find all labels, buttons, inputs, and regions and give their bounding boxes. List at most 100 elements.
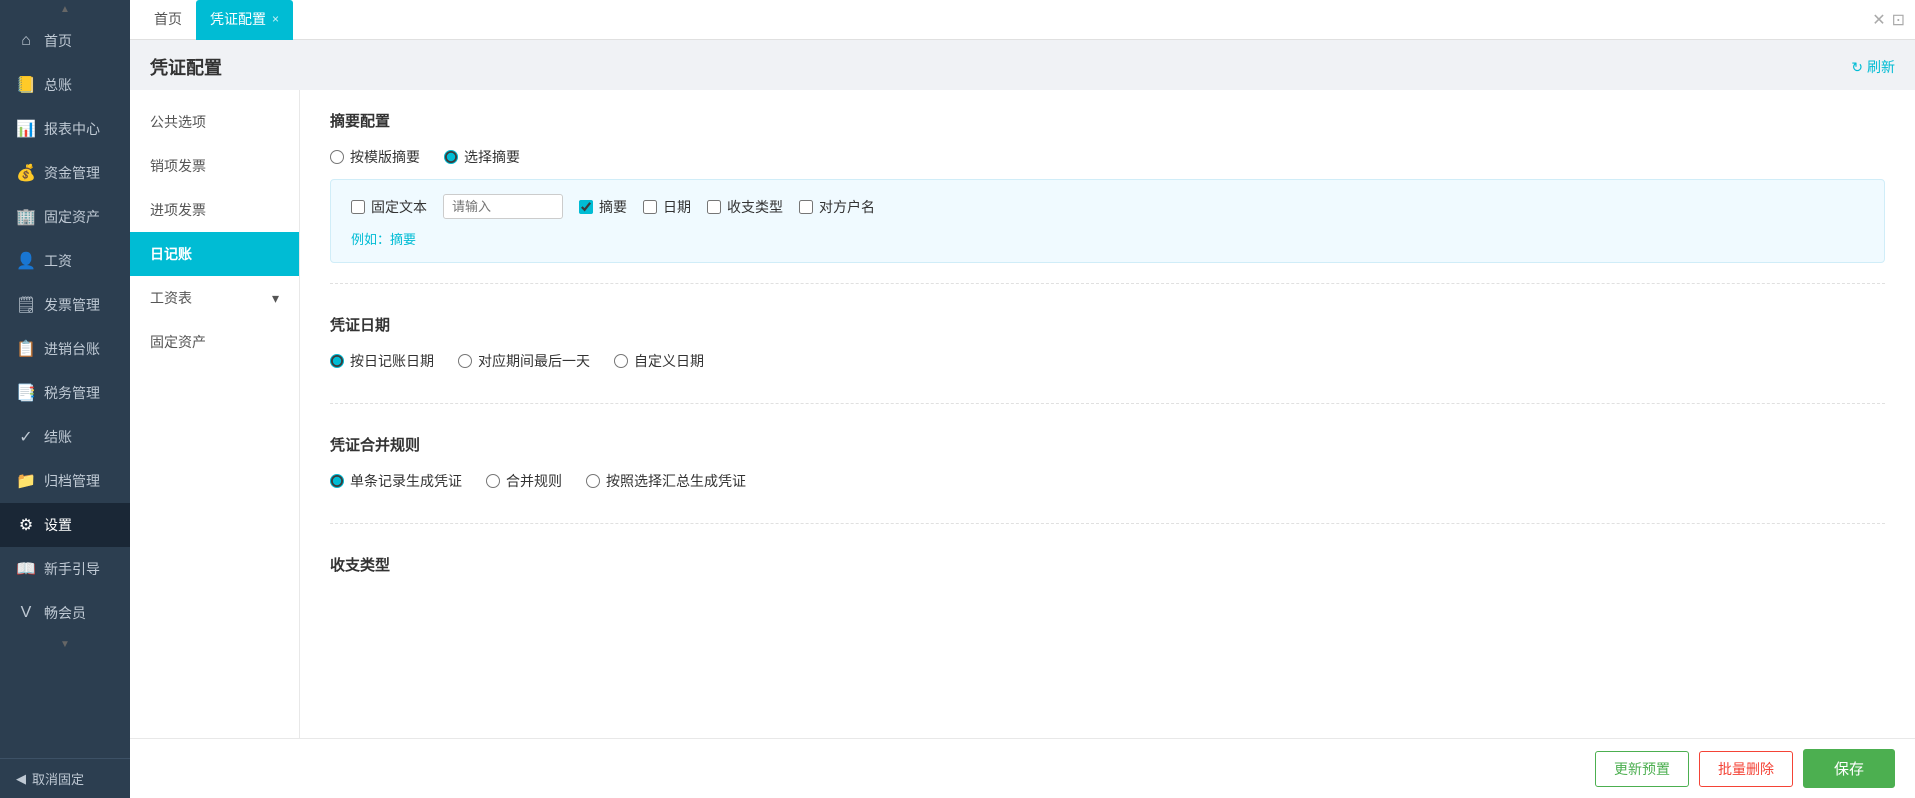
right-panel: 摘要配置 按模版摘要 选择摘要 固定文本 bbox=[300, 90, 1915, 738]
sidebar: ▲ ⌂ 首页 📒 总账 📊 报表中心 💰 资金管理 🏢 固定资产 👤 工资 🗒 … bbox=[0, 0, 130, 798]
salary-icon: 👤 bbox=[16, 251, 36, 271]
custom-date-radio[interactable] bbox=[614, 354, 628, 368]
by-select-radio[interactable] bbox=[586, 474, 600, 488]
abstract-checkbox-row: 固定文本 摘要 日期 收支类型 bbox=[351, 194, 1864, 219]
nav-item-sales-invoice[interactable]: 销项发票 bbox=[130, 144, 299, 188]
checkbox-date[interactable]: 日期 bbox=[643, 197, 691, 217]
nav-item-salary-table[interactable]: 工资表 ▾ bbox=[130, 276, 299, 320]
checkbox-counterpart[interactable]: 对方户名 bbox=[799, 197, 875, 217]
sidebar-item-report[interactable]: 📊 报表中心 bbox=[0, 107, 130, 151]
refresh-button[interactable]: ↻ 刷新 bbox=[1851, 57, 1895, 77]
refresh-label: 刷新 bbox=[1867, 57, 1895, 77]
abstract-radio-group: 按模版摘要 选择摘要 bbox=[330, 147, 1885, 167]
merge-label: 合并规则 bbox=[506, 471, 562, 491]
radio-custom-date[interactable]: 自定义日期 bbox=[614, 351, 704, 371]
sidebar-item-label: 资金管理 bbox=[44, 163, 100, 183]
checkbox-fixed-text[interactable]: 固定文本 bbox=[351, 197, 427, 217]
guide-icon: 📖 bbox=[16, 559, 36, 579]
abstract-radio-template[interactable]: 按模版摘要 bbox=[330, 147, 420, 167]
merge-radio[interactable] bbox=[486, 474, 500, 488]
last-day-radio[interactable] bbox=[458, 354, 472, 368]
checkbox-abstract[interactable]: 摘要 bbox=[579, 197, 627, 217]
sidebar-item-tax[interactable]: 📑 税务管理 bbox=[0, 371, 130, 415]
scroll-down-indicator: ▼ bbox=[0, 635, 130, 654]
sidebar-item-guide[interactable]: 📖 新手引导 bbox=[0, 547, 130, 591]
radio-by-date[interactable]: 按日记账日期 bbox=[330, 351, 434, 371]
cancel-pin-button[interactable]: ◀ 取消固定 bbox=[0, 758, 130, 798]
tab-bar: 首页 凭证配置 × ✕ ⊡ bbox=[130, 0, 1915, 40]
sidebar-item-settings[interactable]: ⚙ 设置 bbox=[0, 503, 130, 547]
ledger-icon: 📒 bbox=[16, 75, 36, 95]
nav-item-label: 公共选项 bbox=[150, 112, 206, 132]
radio-single[interactable]: 单条记录生成凭证 bbox=[330, 471, 462, 491]
nav-item-fixed-asset[interactable]: 固定资产 bbox=[130, 320, 299, 364]
abstract-radio-select[interactable]: 选择摘要 bbox=[444, 147, 520, 167]
sidebar-item-fund[interactable]: 💰 资金管理 bbox=[0, 151, 130, 195]
sidebar-item-invoice[interactable]: 🗒 发票管理 bbox=[0, 283, 130, 327]
vip-icon: V bbox=[16, 604, 36, 622]
sidebar-item-asset[interactable]: 🏢 固定资产 bbox=[0, 195, 130, 239]
by-date-radio[interactable] bbox=[330, 354, 344, 368]
sidebar-item-home[interactable]: ⌂ 首页 bbox=[0, 19, 130, 63]
batch-delete-button[interactable]: 批量删除 bbox=[1699, 751, 1793, 787]
abstract-template-label: 按模版摘要 bbox=[350, 147, 420, 167]
merge-rule-radio-group: 单条记录生成凭证 合并规则 按照选择汇总生成凭证 bbox=[330, 471, 1885, 491]
fixed-text-input[interactable] bbox=[443, 194, 563, 219]
page-title: 凭证配置 bbox=[150, 54, 222, 80]
income-type-checkbox[interactable] bbox=[707, 200, 721, 214]
sidebar-item-label: 固定资产 bbox=[44, 207, 100, 227]
restore-window-icon[interactable]: ⊡ bbox=[1892, 10, 1905, 30]
close-window-icon[interactable]: ✕ bbox=[1872, 10, 1885, 30]
trade-icon: 📋 bbox=[16, 339, 36, 359]
save-button[interactable]: 保存 bbox=[1803, 749, 1895, 788]
abstract-checkbox[interactable] bbox=[579, 200, 593, 214]
counterpart-label: 对方户名 bbox=[819, 197, 875, 217]
abstract-select-radio[interactable] bbox=[444, 150, 458, 164]
nav-item-purchase-invoice[interactable]: 进项发票 bbox=[130, 188, 299, 232]
sidebar-item-label: 畅会员 bbox=[44, 603, 86, 623]
checkbox-income-type[interactable]: 收支类型 bbox=[707, 197, 783, 217]
by-select-label: 按照选择汇总生成凭证 bbox=[606, 471, 746, 491]
radio-by-select[interactable]: 按照选择汇总生成凭证 bbox=[586, 471, 746, 491]
by-date-label: 按日记账日期 bbox=[350, 351, 434, 371]
radio-last-day[interactable]: 对应期间最后一天 bbox=[458, 351, 590, 371]
nav-item-label: 固定资产 bbox=[150, 332, 206, 352]
sidebar-item-archive[interactable]: 📁 归档管理 bbox=[0, 459, 130, 503]
sidebar-item-label: 税务管理 bbox=[44, 383, 100, 403]
sidebar-item-label: 总账 bbox=[44, 75, 72, 95]
sidebar-item-trade[interactable]: 📋 进销台账 bbox=[0, 327, 130, 371]
abstract-template-radio[interactable] bbox=[330, 150, 344, 164]
settings-icon: ⚙ bbox=[16, 515, 36, 535]
tab-voucher-config[interactable]: 凭证配置 × bbox=[196, 0, 293, 40]
update-preview-button[interactable]: 更新预置 bbox=[1595, 751, 1689, 787]
sidebar-item-label: 工资 bbox=[44, 251, 72, 271]
single-radio[interactable] bbox=[330, 474, 344, 488]
income-type-label: 收支类型 bbox=[727, 197, 783, 217]
asset-icon: 🏢 bbox=[16, 207, 36, 227]
sidebar-item-label: 进销台账 bbox=[44, 339, 100, 359]
single-label: 单条记录生成凭证 bbox=[350, 471, 462, 491]
abstract-label: 摘要 bbox=[599, 197, 627, 217]
abstract-example: 例如：摘要 bbox=[351, 229, 1864, 248]
page-header: 凭证配置 ↻ 刷新 bbox=[130, 40, 1915, 90]
archive-icon: 📁 bbox=[16, 471, 36, 491]
fixed-text-label: 固定文本 bbox=[371, 197, 427, 217]
abstract-select-label: 选择摘要 bbox=[464, 147, 520, 167]
nav-item-diary[interactable]: 日记账 bbox=[130, 232, 299, 276]
sidebar-item-salary[interactable]: 👤 工资 bbox=[0, 239, 130, 283]
fund-icon: 💰 bbox=[16, 163, 36, 183]
sidebar-item-label: 新手引导 bbox=[44, 559, 100, 579]
nav-item-public[interactable]: 公共选项 bbox=[130, 100, 299, 144]
tab-home[interactable]: 首页 bbox=[140, 0, 196, 40]
refresh-icon: ↻ bbox=[1851, 59, 1863, 76]
sidebar-item-ledger[interactable]: 📒 总账 bbox=[0, 63, 130, 107]
counterpart-checkbox[interactable] bbox=[799, 200, 813, 214]
fixed-text-checkbox[interactable] bbox=[351, 200, 365, 214]
tab-close-button[interactable]: × bbox=[272, 12, 279, 26]
radio-merge[interactable]: 合并规则 bbox=[486, 471, 562, 491]
date-checkbox[interactable] bbox=[643, 200, 657, 214]
sidebar-item-vip[interactable]: V 畅会员 bbox=[0, 591, 130, 635]
main-area: 首页 凭证配置 × ✕ ⊡ 凭证配置 ↻ 刷新 公共选项 销项发票 进 bbox=[130, 0, 1915, 798]
nav-item-label: 日记账 bbox=[150, 244, 192, 264]
sidebar-item-settle[interactable]: ✓ 结账 bbox=[0, 415, 130, 459]
